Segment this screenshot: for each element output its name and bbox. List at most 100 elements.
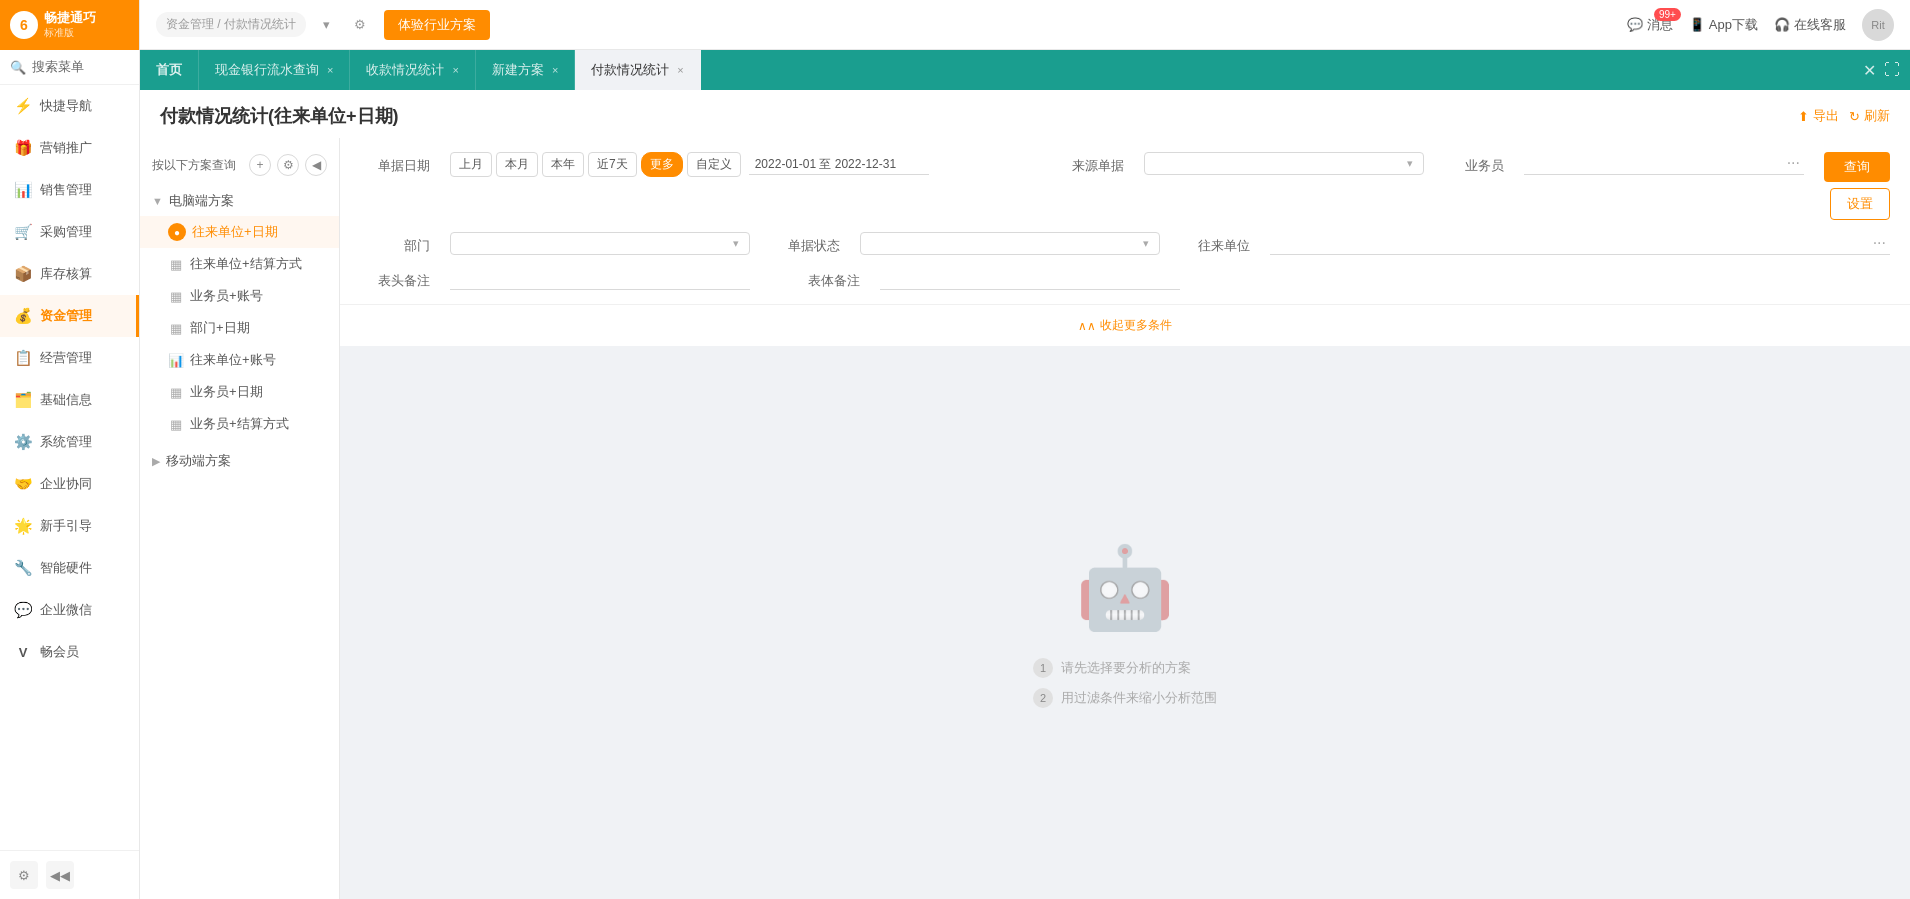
collapse-conditions-btn[interactable]: ∧∧ 收起更多条件 — [1070, 313, 1180, 338]
settings-footer-btn[interactable]: ⚙ — [10, 861, 38, 889]
tab-home-label: 首页 — [156, 61, 182, 79]
message-badge: 99+ — [1654, 8, 1681, 21]
pc-plan-group: ▼ 电脑端方案 ● 往来单位+日期 ▦ 往来单位+结算方式 ▦ 业务员+账号 — [140, 186, 339, 440]
date-range-input[interactable] — [749, 154, 929, 175]
sidebar-item-newbie[interactable]: 🌟 新手引导 — [0, 505, 139, 547]
refresh-btn[interactable]: ↻ 刷新 — [1849, 107, 1890, 125]
app-download-btn[interactable]: 📱 App下载 — [1689, 16, 1758, 34]
body-note-input[interactable] — [880, 267, 1180, 290]
sidebar-item-basic-info[interactable]: 🗂️ 基础信息 — [0, 379, 139, 421]
salesperson-label: 业务员 — [1444, 152, 1504, 175]
dept-dropdown-arrow: ▾ — [733, 237, 739, 250]
last-month-btn[interactable]: 上月 — [450, 152, 492, 177]
tab-cash-flow-close[interactable]: × — [327, 64, 333, 76]
collapse-sidebar-btn[interactable]: ◀◀ — [46, 861, 74, 889]
pc-group-header[interactable]: ▼ 电脑端方案 — [140, 186, 339, 216]
settings-btn[interactable]: 设置 — [1830, 188, 1890, 220]
tab-home[interactable]: 首页 — [140, 50, 199, 90]
sidebar-item-quick-nav[interactable]: ⚡ 快捷导航 — [0, 85, 139, 127]
sidebar-item-company[interactable]: 🤝 企业协同 — [0, 463, 139, 505]
tab-cash-flow-label: 现金银行流水查询 — [215, 61, 319, 79]
header-note-input[interactable] — [450, 267, 750, 290]
custom-btn[interactable]: 自定义 — [687, 152, 741, 177]
sidebar-item-sales[interactable]: 📊 销售管理 — [0, 169, 139, 211]
plan-item-staff-account[interactable]: ▦ 业务员+账号 — [140, 280, 339, 312]
plan-item-partner-date[interactable]: ● 往来单位+日期 — [140, 216, 339, 248]
salesperson-dots[interactable]: ··· — [1783, 154, 1804, 172]
tab-new-plan-close[interactable]: × — [552, 64, 558, 76]
plan-item-staff-date[interactable]: ▦ 业务员+日期 — [140, 376, 339, 408]
staff-account-icon: ▦ — [168, 288, 184, 304]
collapse-panel-btn[interactable]: ◀ — [305, 154, 327, 176]
sidebar-item-inventory[interactable]: 📦 库存核算 — [0, 253, 139, 295]
company-icon: 🤝 — [14, 475, 32, 493]
messages-btn[interactable]: 💬 消息 99+ — [1627, 16, 1673, 34]
partner-account-icon: 📊 — [168, 352, 184, 368]
sidebar-item-marketing[interactable]: 🎁 营销推广 — [0, 127, 139, 169]
marketing-icon: 🎁 — [14, 139, 32, 157]
topbar-left: 资金管理 / 付款情况统计 ▾ ⚙ 体验行业方案 — [156, 10, 490, 40]
sidebar-item-purchase[interactable]: 🛒 采购管理 — [0, 211, 139, 253]
sidebar-item-member[interactable]: V 畅会员 — [0, 631, 139, 673]
tab-new-plan[interactable]: 新建方案 × — [476, 50, 575, 90]
partner-input[interactable] — [1270, 232, 1869, 254]
content-area: 付款情况统计(往来单位+日期) ⬆ 导出 ↻ 刷新 按以下方案查询 + — [140, 90, 1910, 899]
voucher-status-select[interactable]: ▾ — [860, 232, 1160, 255]
user-avatar[interactable]: Rit — [1862, 9, 1894, 41]
empty-hint-2: 2 用过滤条件来缩小分析范围 — [1033, 688, 1217, 708]
expand-tabs-btn[interactable]: ⛶ — [1884, 61, 1900, 79]
mobile-group-header[interactable]: ▶ 移动端方案 — [140, 446, 339, 476]
sidebar-item-system[interactable]: ⚙️ 系统管理 — [0, 421, 139, 463]
partner-dots[interactable]: ··· — [1869, 234, 1890, 252]
topbar-gear-btn[interactable]: ⚙ — [346, 11, 374, 39]
source-dropdown-arrow: ▾ — [1407, 157, 1413, 170]
collapse-section: ∧∧ 收起更多条件 — [340, 304, 1910, 346]
right-panel: 单据日期 上月 本月 本年 近7天 更多 自定义 — [340, 138, 1910, 899]
last-7days-btn[interactable]: 近7天 — [588, 152, 637, 177]
plan-item-staff-settle[interactable]: ▦ 业务员+结算方式 — [140, 408, 339, 440]
plan-settings-btn[interactable]: ⚙ — [277, 154, 299, 176]
export-btn[interactable]: ⬆ 导出 — [1798, 107, 1839, 125]
tab-cash-flow[interactable]: 现金银行流水查询 × — [199, 50, 350, 90]
tab-payment-close[interactable]: × — [677, 64, 683, 76]
more-btn[interactable]: 更多 — [641, 152, 683, 177]
sidebar-item-operation[interactable]: 📋 经营管理 — [0, 337, 139, 379]
this-year-btn[interactable]: 本年 — [542, 152, 584, 177]
plan-item-partner-account[interactable]: 📊 往来单位+账号 — [140, 344, 339, 376]
this-month-btn[interactable]: 本月 — [496, 152, 538, 177]
empty-hint-1: 1 请先选择要分析的方案 — [1033, 658, 1217, 678]
wechat-icon: 💬 — [14, 601, 32, 619]
tab-payment[interactable]: 付款情况统计 × — [575, 50, 700, 90]
operation-icon: 📋 — [14, 349, 32, 367]
filter-bar: 单据日期 上月 本月 本年 近7天 更多 自定义 — [340, 138, 1910, 304]
tabs-actions: ✕ ⛶ — [1853, 50, 1910, 90]
inventory-icon: 📦 — [14, 265, 32, 283]
query-btn[interactable]: 查询 — [1824, 152, 1890, 182]
plan-item-dept-date[interactable]: ▦ 部门+日期 — [140, 312, 339, 344]
sidebar: 6 畅捷通巧 标准版 🔍 搜索菜单 ⚡ 快捷导航 🎁 营销推广 📊 销售管理 🛒… — [0, 0, 140, 899]
tab-collection[interactable]: 收款情况统计 × — [350, 50, 475, 90]
online-service-btn[interactable]: 🎧 在线客服 — [1774, 16, 1846, 34]
header-note-wrap — [450, 267, 750, 290]
mobile-plan-group: ▶ 移动端方案 — [140, 446, 339, 476]
partner-settle-icon: ▦ — [168, 256, 184, 272]
sidebar-item-hardware[interactable]: 🔧 智能硬件 — [0, 547, 139, 589]
search-menu[interactable]: 🔍 搜索菜单 — [0, 50, 139, 85]
trial-btn[interactable]: 体验行业方案 — [384, 10, 490, 40]
sidebar-item-wechat[interactable]: 💬 企业微信 — [0, 589, 139, 631]
breadcrumb-dropdown[interactable]: ▾ — [316, 15, 336, 35]
panel-title: 按以下方案查询 — [152, 157, 236, 174]
topbar-right: 💬 消息 99+ 📱 App下载 🎧 在线客服 Rit — [1627, 9, 1894, 41]
filter-row-2: 部门 ▾ 单据状态 ▾ 往来单位 ··· — [360, 232, 1890, 255]
page-header-actions: ⬆ 导出 ↻ 刷新 — [1798, 107, 1890, 125]
source-select[interactable]: ▾ — [1144, 152, 1424, 175]
tab-collection-close[interactable]: × — [452, 64, 458, 76]
service-icon: 🎧 — [1774, 17, 1790, 32]
close-all-tabs-btn[interactable]: ✕ — [1863, 61, 1876, 80]
plan-item-partner-settle[interactable]: ▦ 往来单位+结算方式 — [140, 248, 339, 280]
sidebar-item-finance[interactable]: 💰 资金管理 — [0, 295, 139, 337]
hint-num-1: 1 — [1033, 658, 1053, 678]
dept-select[interactable]: ▾ — [450, 232, 750, 255]
salesperson-input[interactable] — [1524, 152, 1783, 174]
add-plan-btn[interactable]: + — [249, 154, 271, 176]
